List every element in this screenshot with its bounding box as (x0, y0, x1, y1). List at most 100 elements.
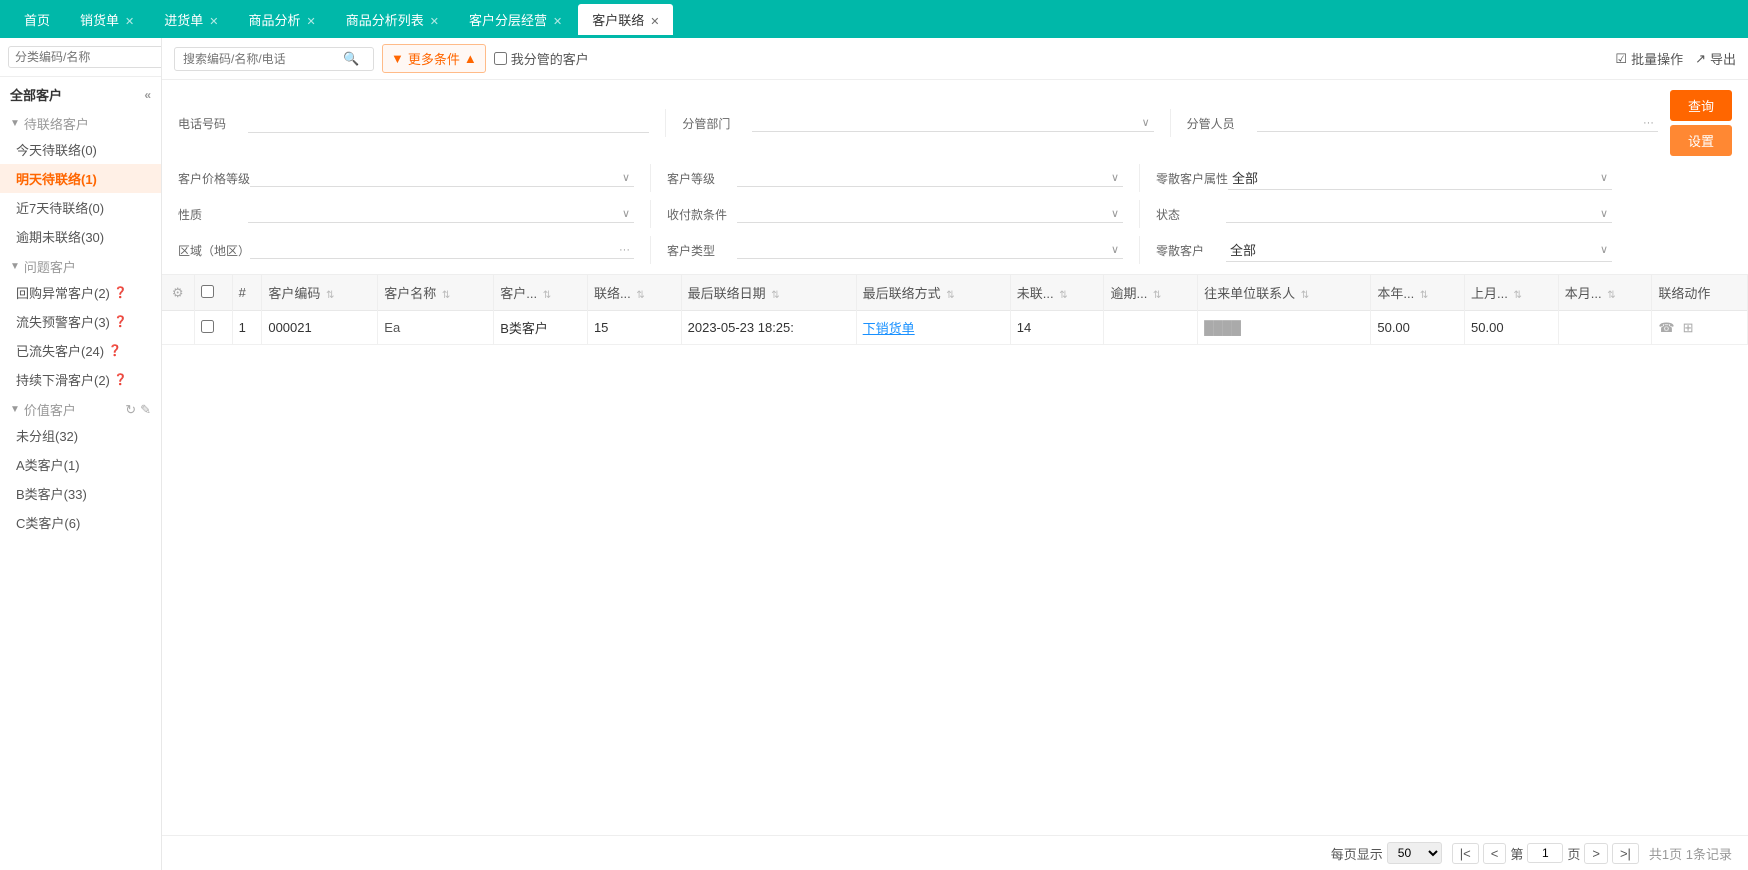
per-page-select[interactable]: 50 100 200 (1387, 842, 1442, 864)
help-icon[interactable]: ❓ (108, 344, 122, 357)
col-checkbox[interactable] (194, 275, 232, 311)
row-last-month: 50.00 (1465, 311, 1559, 345)
sidebar-item-today[interactable]: 今天待联络(0) (0, 135, 161, 164)
batch-operation-button[interactable]: ☑ 批量操作 (1615, 49, 1683, 68)
close-icon[interactable]: ✕ (307, 16, 316, 28)
customer-level-label: 客户等级 (667, 170, 737, 187)
sidebar-search-input[interactable] (8, 46, 162, 68)
price-level-select[interactable]: ∨ (250, 169, 634, 187)
filter-area: 区域（地区） ··· (178, 236, 634, 264)
sidebar-all-customers[interactable]: 全部客户 « (0, 77, 161, 108)
sidebar-item-declining[interactable]: 持续下滑客户(2) ❓ (0, 365, 161, 394)
nav-product-analysis-list[interactable]: 商品分析列表✕ (332, 4, 453, 35)
sidebar-item-class-c[interactable]: C类客户(6) (0, 508, 161, 537)
row-checkbox[interactable] (194, 311, 232, 345)
col-last-month[interactable]: 上月... ⇅ (1465, 275, 1559, 311)
help-icon[interactable]: ❓ (114, 286, 128, 299)
col-unit-contact[interactable]: 往来单位联系人 ⇅ (1198, 275, 1371, 311)
collapse-icon[interactable]: « (144, 88, 151, 102)
action-phone-icon[interactable]: ☎ (1658, 320, 1674, 336)
row-name: Ea (378, 311, 494, 345)
close-icon[interactable]: ✕ (430, 16, 439, 28)
row-type: B类客户 (494, 311, 588, 345)
col-last-date[interactable]: 最后联络日期 ⇅ (681, 275, 856, 311)
retail-attr-select[interactable]: 全部 ∨ (1228, 166, 1612, 190)
col-this-year[interactable]: 本年... ⇅ (1371, 275, 1465, 311)
page-input[interactable] (1527, 843, 1563, 863)
close-icon[interactable]: ✕ (209, 16, 218, 28)
sidebar-item-class-a[interactable]: A类客户(1) (0, 450, 161, 479)
filter-row-3: 性质 ∨ 收付款条件 ∨ 状态 (178, 200, 1732, 228)
total-records: 共1页 1条记录 (1649, 844, 1732, 863)
col-code[interactable]: 客户编码 ⇅ (262, 275, 378, 311)
prev-page-button[interactable]: < (1483, 843, 1507, 864)
phone-input[interactable] (248, 114, 649, 133)
next-page-button[interactable]: > (1584, 843, 1608, 864)
customer-type-select[interactable]: ∨ (737, 241, 1123, 259)
my-customers-checkbox-label[interactable]: 我分管的客户 (494, 49, 589, 68)
sidebar-item-overdue[interactable]: 逾期未联络(30) (0, 222, 161, 251)
close-icon[interactable]: ✕ (125, 16, 134, 28)
nature-select[interactable]: ∨ (248, 205, 634, 223)
chevron-down-icon: ∨ (1111, 243, 1119, 256)
col-not-contact[interactable]: 未联... ⇅ (1010, 275, 1104, 311)
search-icon[interactable]: 🔍 (343, 51, 359, 67)
query-button[interactable]: 查询 (1670, 90, 1732, 121)
col-gear[interactable]: ⚙ (162, 275, 194, 311)
retail-select[interactable]: 全部 ∨ (1226, 238, 1612, 262)
col-type[interactable]: 客户... ⇅ (494, 275, 588, 311)
sidebar-item-class-b[interactable]: B类客户(33) (0, 479, 161, 508)
action-grid-icon[interactable]: ⊞ (1683, 320, 1694, 336)
nav-customer-tier[interactable]: 客户分层经营✕ (455, 4, 576, 35)
sidebar-search-area: 🔍 (0, 38, 161, 77)
edit-icon[interactable]: ✎ (140, 402, 151, 418)
first-page-button[interactable]: |< (1452, 843, 1479, 864)
more-icon[interactable]: ··· (619, 244, 630, 256)
col-last-method[interactable]: 最后联络方式 ⇅ (856, 275, 1010, 311)
sort-icon: ⇅ (946, 290, 954, 301)
more-filter-button[interactable]: ▼ 更多条件 ▲ (382, 44, 486, 73)
set-button[interactable]: 设置 (1670, 125, 1732, 156)
sidebar-item-repurchase-abnormal[interactable]: 回购异常客户(2) ❓ (0, 278, 161, 307)
export-button[interactable]: ↗ 导出 (1695, 49, 1736, 68)
export-icon: ↗ (1695, 51, 1706, 67)
filter-retail-attr: 零散客户属性 全部 ∨ (1156, 164, 1612, 192)
nav-customer-contact[interactable]: 客户联络✕ (578, 4, 673, 35)
help-icon[interactable]: ❓ (114, 315, 128, 328)
manager-select[interactable]: ··· (1257, 115, 1658, 132)
search-input[interactable] (183, 52, 343, 66)
nav-home[interactable]: 首页 (10, 4, 64, 35)
my-customers-checkbox[interactable] (494, 52, 507, 65)
close-icon[interactable]: ✕ (553, 16, 562, 28)
col-contact[interactable]: 联络... ⇅ (587, 275, 681, 311)
nav-sales[interactable]: 销货单✕ (66, 4, 148, 35)
select-all-checkbox[interactable] (201, 285, 214, 298)
payment-select[interactable]: ∨ (737, 205, 1123, 223)
col-this-month[interactable]: 本月... ⇅ (1558, 275, 1652, 311)
dept-select[interactable]: ∨ (752, 114, 1153, 132)
sidebar-item-lost[interactable]: 已流失客户(24) ❓ (0, 336, 161, 365)
row-last-method[interactable]: 下销货单 (856, 311, 1010, 345)
search-box[interactable]: 🔍 (174, 47, 374, 71)
col-name[interactable]: 客户名称 ⇅ (378, 275, 494, 311)
status-select[interactable]: ∨ (1226, 205, 1612, 223)
footer: 每页显示 50 100 200 |< < 第 页 > >| 共1页 1条记录 (162, 835, 1748, 870)
nav-product-analysis[interactable]: 商品分析✕ (234, 4, 329, 35)
sidebar-item-tomorrow[interactable]: 明天待联络(1) (0, 164, 161, 193)
sort-icon: ⇅ (1301, 290, 1309, 301)
help-icon[interactable]: ❓ (114, 373, 128, 386)
area-select[interactable]: ··· (250, 242, 634, 259)
row-select-checkbox[interactable] (201, 320, 214, 333)
more-icon[interactable]: ··· (1643, 117, 1654, 129)
col-overdue[interactable]: 逾期... ⇅ (1104, 275, 1198, 311)
nav-purchase[interactable]: 进货单✕ (150, 4, 232, 35)
chevron-down-icon: ∨ (1600, 243, 1608, 256)
customer-level-select[interactable]: ∨ (737, 169, 1123, 187)
sidebar-item-churn-warning[interactable]: 流失预警客户(3) ❓ (0, 307, 161, 336)
close-icon[interactable]: ✕ (650, 16, 659, 28)
sidebar-item-ungrouped[interactable]: 未分组(32) (0, 421, 161, 450)
sidebar-item-7days[interactable]: 近7天待联络(0) (0, 193, 161, 222)
filter-price-level: 客户价格等级 ∨ (178, 164, 634, 192)
last-page-button[interactable]: >| (1612, 843, 1639, 864)
refresh-icon[interactable]: ↻ (125, 402, 136, 418)
